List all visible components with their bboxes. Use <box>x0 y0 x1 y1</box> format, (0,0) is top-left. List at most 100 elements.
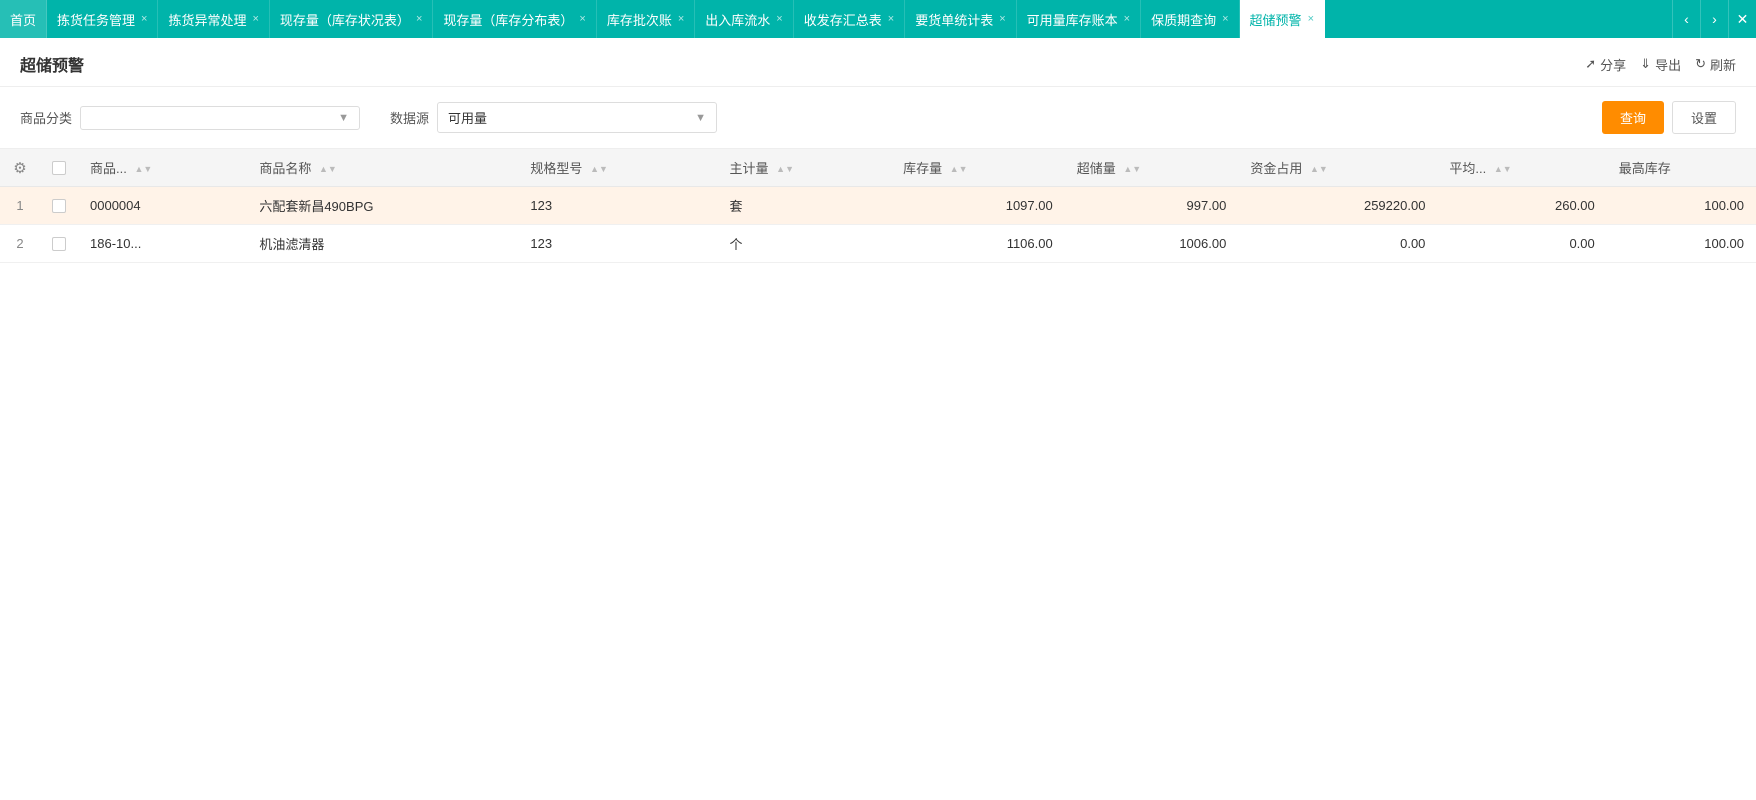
th-product-name[interactable]: 商品名称 ▲▼ <box>247 149 518 187</box>
close-icon[interactable]: × <box>888 13 894 25</box>
nav-abnormal-processing[interactable]: 拣货异常处理 × <box>158 0 269 38</box>
close-icon[interactable]: × <box>141 13 147 25</box>
th-checkbox <box>40 149 78 187</box>
row-overstock: 1006.00 <box>1065 225 1239 263</box>
th-avg-cost[interactable]: 平均... ▲▼ <box>1437 149 1606 187</box>
row-unit: 个 <box>718 225 892 263</box>
row-checkbox-cell <box>40 187 78 225</box>
th-max-stock[interactable]: 最高库存 <box>1607 149 1756 187</box>
filter-datasource: 数据源 可用量 ▼ <box>390 102 717 133</box>
th-settings: ⚙ <box>0 149 40 187</box>
sort-icon: ▲▼ <box>950 165 968 174</box>
row-stock: 1097.00 <box>891 187 1065 225</box>
filter-actions: 查询 设置 <box>1602 101 1736 134</box>
page-content: 超储预警 ➚ 分享 ⇓ 导出 ↻ 刷新 商品分类 ▼ 数据源 <box>0 38 1756 800</box>
row-stock: 1106.00 <box>891 225 1065 263</box>
close-icon[interactable]: × <box>1308 13 1314 25</box>
row-max-stock: 100.00 <box>1607 187 1756 225</box>
nav-close-button[interactable]: ✕ <box>1728 0 1756 38</box>
close-icon[interactable]: × <box>579 13 585 25</box>
row-avg-cost: 0.00 <box>1437 225 1606 263</box>
export-icon: ⇓ <box>1640 56 1651 72</box>
query-button[interactable]: 查询 <box>1602 101 1664 134</box>
row-capital-occupied: 259220.00 <box>1238 187 1437 225</box>
row-product-name: 机油滤清器 <box>247 225 518 263</box>
share-button[interactable]: ➚ 分享 <box>1585 55 1626 74</box>
close-icon[interactable]: × <box>252 13 258 25</box>
th-overstock[interactable]: 超储量 ▲▼ <box>1065 149 1239 187</box>
chevron-down-icon: ▼ <box>695 112 706 124</box>
chevron-down-icon: ▼ <box>338 112 349 124</box>
nav-available-stock-ledger[interactable]: 可用量库存账本 × <box>1017 0 1141 38</box>
filter-bar: 商品分类 ▼ 数据源 可用量 ▼ 查询 设置 <box>0 87 1756 149</box>
row-checkbox[interactable] <box>52 237 66 251</box>
refresh-button[interactable]: ↻ 刷新 <box>1695 55 1736 74</box>
nav-inout-flow[interactable]: 出入库流水 × <box>695 0 793 38</box>
gear-icon[interactable]: ⚙ <box>13 159 26 177</box>
overstock-table: ⚙ 商品... ▲▼ 商品名称 ▲▼ <box>0 149 1756 263</box>
category-select[interactable]: ▼ <box>80 106 360 130</box>
datasource-select[interactable]: 可用量 ▼ <box>437 102 717 133</box>
table-row: 1 0000004 六配套新昌490BPG 123 套 1097.00 997.… <box>0 187 1756 225</box>
row-checkbox-cell <box>40 225 78 263</box>
row-unit: 套 <box>718 187 892 225</box>
refresh-icon: ↻ <box>1695 56 1706 72</box>
row-index: 1 <box>0 187 40 225</box>
sort-icon: ▲▼ <box>1494 165 1512 174</box>
close-icon[interactable]: × <box>1124 13 1130 25</box>
row-max-stock: 100.00 <box>1607 225 1756 263</box>
nav-current-stock-status[interactable]: 现存量（库存状况表） × <box>270 0 433 38</box>
row-product-name: 六配套新昌490BPG <box>247 187 518 225</box>
nav-receive-send-summary[interactable]: 收发存汇总表 × <box>794 0 905 38</box>
nav-task-management[interactable]: 拣货任务管理 × <box>47 0 158 38</box>
th-product-code[interactable]: 商品... ▲▼ <box>78 149 247 187</box>
sort-icon: ▲▼ <box>319 165 337 174</box>
th-capital-occupied[interactable]: 资金占用 ▲▼ <box>1238 149 1437 187</box>
row-product-code: 186-10... <box>78 225 247 263</box>
nav-shelf-life-query[interactable]: 保质期查询 × <box>1141 0 1239 38</box>
th-spec[interactable]: 规格型号 ▲▼ <box>518 149 717 187</box>
export-button[interactable]: ⇓ 导出 <box>1640 55 1681 74</box>
sort-icon: ▲▼ <box>1123 165 1141 174</box>
sort-icon: ▲▼ <box>776 165 794 174</box>
row-capital-occupied: 0.00 <box>1238 225 1437 263</box>
row-index: 2 <box>0 225 40 263</box>
close-icon[interactable]: × <box>776 13 782 25</box>
th-stock[interactable]: 库存量 ▲▼ <box>891 149 1065 187</box>
table-row: 2 186-10... 机油滤清器 123 个 1106.00 1006.00 … <box>0 225 1756 263</box>
nav-arrow-right[interactable]: › <box>1700 0 1728 38</box>
settings-button[interactable]: 设置 <box>1672 101 1736 134</box>
close-icon[interactable]: × <box>678 13 684 25</box>
nav-arrow-left[interactable]: ‹ <box>1672 0 1700 38</box>
page-header: 超储预警 ➚ 分享 ⇓ 导出 ↻ 刷新 <box>0 38 1756 87</box>
nav-batch-account[interactable]: 库存批次账 × <box>597 0 695 38</box>
row-checkbox[interactable] <box>52 199 66 213</box>
datasource-value: 可用量 <box>448 108 487 127</box>
table-container: ⚙ 商品... ▲▼ 商品名称 ▲▼ <box>0 149 1756 263</box>
close-icon[interactable]: × <box>416 13 422 25</box>
page-title: 超储预警 <box>20 52 84 76</box>
filter-category: 商品分类 ▼ <box>20 106 360 130</box>
page-actions: ➚ 分享 ⇓ 导出 ↻ 刷新 <box>1585 55 1736 74</box>
row-avg-cost: 260.00 <box>1437 187 1606 225</box>
close-icon[interactable]: × <box>1222 13 1228 25</box>
row-spec: 123 <box>518 225 717 263</box>
nav-home[interactable]: 首页 <box>0 0 47 38</box>
nav-current-stock-distribution[interactable]: 现存量（库存分布表） × <box>433 0 596 38</box>
table-header-row: ⚙ 商品... ▲▼ 商品名称 ▲▼ <box>0 149 1756 187</box>
sort-icon: ▲▼ <box>1310 165 1328 174</box>
select-all-checkbox[interactable] <box>52 161 66 175</box>
category-label: 商品分类 <box>20 108 72 127</box>
top-navigation: 首页 拣货任务管理 × 拣货异常处理 × 现存量（库存状况表） × 现存量（库存… <box>0 0 1756 38</box>
th-unit[interactable]: 主计量 ▲▼ <box>718 149 892 187</box>
share-icon: ➚ <box>1585 56 1596 72</box>
row-overstock: 997.00 <box>1065 187 1239 225</box>
row-spec: 123 <box>518 187 717 225</box>
row-product-code: 0000004 <box>78 187 247 225</box>
nav-overstock-warning[interactable]: 超储预警 × <box>1240 0 1325 38</box>
sort-icon: ▲▼ <box>590 165 608 174</box>
nav-requisition-stats[interactable]: 要货单统计表 × <box>905 0 1016 38</box>
datasource-label: 数据源 <box>390 108 429 127</box>
sort-icon: ▲▼ <box>134 165 152 174</box>
close-icon[interactable]: × <box>999 13 1005 25</box>
